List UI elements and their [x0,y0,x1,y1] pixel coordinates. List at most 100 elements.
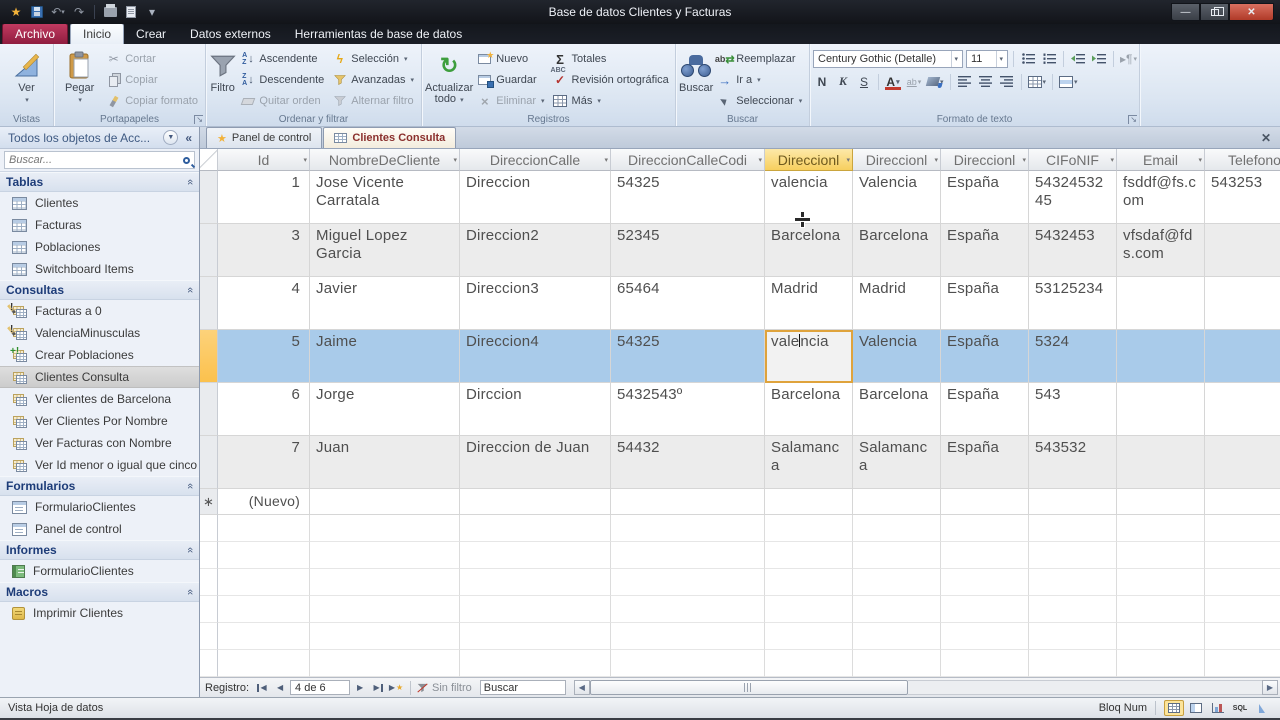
nav-item-formularioclientes[interactable]: FormularioClientes [0,496,199,518]
new-record-cell-2[interactable] [460,489,611,515]
new-blank-record-button[interactable]: ▶ ★ [388,680,404,695]
empty-cell[interactable] [218,596,310,623]
nav-section-header-formularios[interactable]: Formularios « [0,476,199,496]
cell-r3-c2[interactable]: Direccion4 [460,330,611,383]
column-header-4[interactable]: Direccionl ▾ [765,149,853,171]
empty-cell[interactable] [1117,596,1205,623]
cell-r0-c6[interactable]: España [941,171,1029,224]
empty-cell[interactable] [611,623,765,650]
empty-cell[interactable] [853,542,941,569]
filter-dropdown-icon[interactable]: ▾ [1198,156,1202,164]
cell-r0-c4[interactable]: valencia [765,171,853,224]
nav-item-crear-poblaciones[interactable]: +! Crear Poblaciones [0,344,199,366]
empty-cell[interactable] [853,650,941,677]
bullets-button[interactable] [1019,49,1037,68]
italic-button[interactable]: K [834,72,852,91]
print-preview-icon[interactable] [123,4,139,20]
refresh-all-button[interactable]: ↻ Actualizar todo ▾ [425,47,473,106]
font-size-dropdown-icon[interactable]: ▾ [996,50,1005,67]
scrollbar-track[interactable] [907,680,1262,695]
scrollbar-thumb[interactable] [589,680,908,695]
search-icon[interactable] [178,156,194,164]
empty-cell[interactable] [1029,596,1117,623]
cell-r1-c7[interactable]: 5432453 [1029,224,1117,277]
cell-r1-c1[interactable]: Miguel Lopez Garcia [310,224,460,277]
minimize-button[interactable]: — [1171,3,1200,21]
more-button[interactable]: Más ▾ [549,91,673,111]
empty-cell[interactable] [611,515,765,542]
save-record-button[interactable]: Guardar [473,70,548,90]
empty-cell[interactable] [460,515,611,542]
column-header-6[interactable]: Direccionl ▾ [941,149,1029,171]
empty-cell[interactable] [310,623,460,650]
cell-r3-c6[interactable]: España [941,330,1029,383]
scroll-right-icon[interactable]: ▶ [1262,680,1278,695]
tab-herramientas[interactable]: Herramientas de base de datos [283,24,474,44]
cell-r3-c3[interactable]: 54325 [611,330,765,383]
nav-item-clientes-consulta[interactable]: Clientes Consulta [0,366,199,388]
formato-dialog-launcher[interactable]: ↘ [1128,115,1137,124]
doc-tab-clientes-consulta[interactable]: Clientes Consulta [323,127,457,148]
selection-filter-button[interactable]: ϟ Selección ▾ [328,49,418,69]
advanced-filter-button[interactable]: Avanzadas ▾ [328,70,418,90]
empty-cell[interactable] [460,623,611,650]
nav-item-facturas[interactable]: Facturas [0,214,199,236]
close-button[interactable]: ✕ [1229,3,1274,21]
new-record-cell-3[interactable] [611,489,765,515]
column-header-2[interactable]: DireccionCalle ▾ [460,149,611,171]
cell-r0-c9[interactable]: 543253 [1205,171,1280,224]
tab-inicio[interactable]: Inicio [70,23,125,44]
new-record-cell-9[interactable] [1205,489,1280,515]
scroll-left-icon[interactable]: ◀ [573,680,590,695]
nav-item-ver-clientes-por-nombre[interactable]: Ver Clientes Por Nombre [0,410,199,432]
align-right-button[interactable] [998,72,1016,91]
tab-archivo[interactable]: Archivo [2,23,69,44]
empty-cell[interactable] [218,515,310,542]
cell-r3-c4[interactable]: valencia [765,330,853,383]
record-selector[interactable] [200,171,218,224]
empty-cell[interactable] [218,542,310,569]
gridlines-button[interactable]: ▾ [1027,72,1048,91]
empty-cell[interactable] [310,596,460,623]
empty-cell[interactable] [941,623,1029,650]
doc-tab-panel-de-control[interactable]: ★ Panel de control [206,127,323,148]
cell-r1-c0[interactable]: 3 [218,224,310,277]
totals-button[interactable]: Σ Totales [549,49,673,69]
cell-r5-c7[interactable]: 543532 [1029,436,1117,489]
empty-cell[interactable] [1205,623,1280,650]
record-position-box[interactable]: 4 de 6 [290,680,351,695]
sort-descending-button[interactable]: Z A ↓ Descendente [236,70,328,90]
cell-r5-c6[interactable]: España [941,436,1029,489]
cell-r2-c5[interactable]: Madrid [853,277,941,330]
numbering-button[interactable] [1040,49,1058,68]
empty-cell[interactable] [853,596,941,623]
remove-sort-button[interactable]: Quitar orden [236,91,328,111]
cell-r5-c3[interactable]: 54432 [611,436,765,489]
restore-button[interactable] [1200,3,1229,21]
column-header-3[interactable]: DireccionCalleCodi ▾ [611,149,765,171]
cut-button[interactable]: ✂ Cortar [102,49,202,69]
empty-cell[interactable] [310,569,460,596]
empty-cell[interactable] [765,542,853,569]
nav-item-valenciaminusculas[interactable]: ! ValenciaMinusculas [0,322,199,344]
filter-dropdown-icon[interactable]: ▾ [1110,156,1114,164]
empty-cell[interactable] [941,515,1029,542]
filter-dropdown-icon[interactable]: ▾ [846,156,850,164]
collapse-section-icon[interactable]: « [184,483,196,489]
collapse-section-icon[interactable]: « [184,547,196,553]
font-family-select[interactable]: Century Gothic (Detalle) ▾ [813,49,963,68]
cell-r5-c2[interactable]: Direccion de Juan [460,436,611,489]
empty-cell[interactable] [310,515,460,542]
empty-cell[interactable] [1029,569,1117,596]
cell-r4-c0[interactable]: 6 [218,383,310,436]
toggle-filter-button[interactable]: Alternar filtro [328,91,418,111]
record-selector[interactable] [200,224,218,277]
goto-button[interactable]: → Ir a ▾ [713,70,806,90]
cell-r2-c0[interactable]: 4 [218,277,310,330]
column-header-8[interactable]: Email ▾ [1117,149,1205,171]
empty-cell[interactable] [310,542,460,569]
column-header-0[interactable]: Id ▾ [218,149,310,171]
nav-pane-dropdown-icon[interactable]: ▼ [163,130,179,145]
cell-r3-c9[interactable] [1205,330,1280,383]
column-header-1[interactable]: NombreDeCliente ▾ [310,149,460,171]
